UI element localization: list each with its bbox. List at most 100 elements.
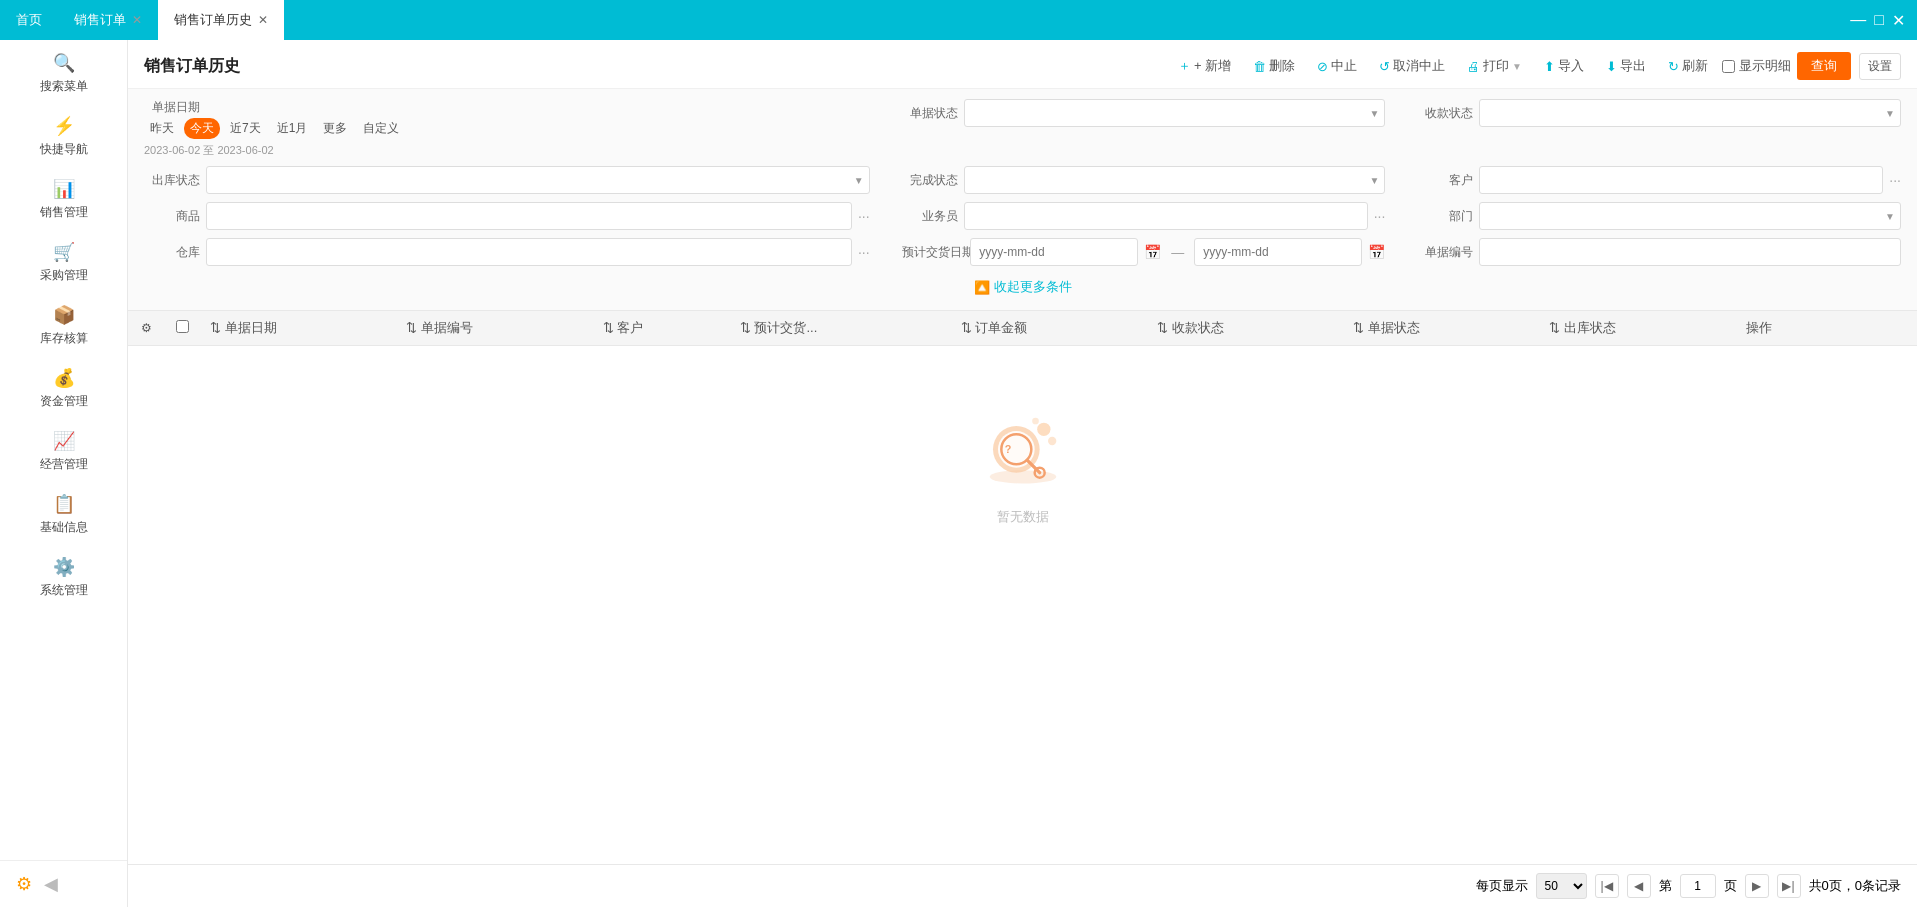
salesperson-input[interactable] [964, 202, 1368, 230]
svg-point-7 [1037, 423, 1050, 436]
order-status-select[interactable] [964, 99, 1386, 127]
refresh-button[interactable]: ↻ 刷新 [1660, 53, 1716, 79]
settings-button[interactable]: 设置 [1859, 53, 1901, 80]
date-range-text: 2023-06-02 至 2023-06-02 [144, 143, 870, 158]
sidebar-item-quick-nav[interactable]: ⚡ 快捷导航 [0, 103, 127, 166]
per-page-select[interactable]: 10 20 50 100 [1536, 873, 1587, 899]
th-doc-date[interactable]: ⇅ 单据日期 [200, 311, 396, 346]
th-expected-delivery-label: ⇅ 预计交货... [740, 320, 817, 335]
sidebar-item-basic-info-label: 基础信息 [40, 519, 88, 536]
last-page-button[interactable]: ▶| [1777, 874, 1801, 898]
th-gear[interactable]: ⚙ [128, 311, 164, 346]
department-select[interactable] [1479, 202, 1901, 230]
display-detail-input[interactable] [1722, 60, 1735, 73]
salesperson-dots-btn[interactable]: ··· [1374, 208, 1386, 224]
sidebar-item-search-menu[interactable]: 🔍 搜索菜单 [0, 40, 127, 103]
tab-sales-order[interactable]: 销售订单 ✕ [58, 0, 158, 40]
delete-button[interactable]: 🗑 删除 [1245, 53, 1303, 79]
sys-mgmt-icon: ⚙️ [53, 556, 75, 578]
tab-sales-order-history[interactable]: 销售订单历史 ✕ [158, 0, 284, 40]
warehouse-input[interactable] [206, 238, 852, 266]
select-all-checkbox[interactable] [176, 320, 189, 333]
th-check[interactable] [164, 311, 200, 346]
date-btn-custom[interactable]: 自定义 [357, 118, 405, 139]
first-page-button[interactable]: |◀ [1595, 874, 1619, 898]
print-button[interactable]: 🖨 打印 ▼ [1459, 53, 1530, 79]
sidebar-item-basic-info[interactable]: 📋 基础信息 [0, 481, 127, 544]
stop-label: 中止 [1331, 57, 1357, 75]
date-btn-1month[interactable]: 近1月 [271, 118, 314, 139]
new-icon: ＋ [1178, 57, 1191, 75]
th-expected-delivery[interactable]: ⇅ 预计交货... [730, 311, 951, 346]
th-customer[interactable]: ⇅ 客户 [593, 311, 730, 346]
sidebar-item-inventory-check[interactable]: 📦 库存核算 [0, 292, 127, 355]
import-button[interactable]: ⬆ 导入 [1536, 53, 1592, 79]
sidebar-bottom: ⚙ ◀ [0, 860, 127, 907]
customer-dots-btn[interactable]: ··· [1889, 172, 1901, 188]
per-page-label: 每页显示 [1476, 877, 1528, 895]
search-button[interactable]: 查询 [1797, 52, 1851, 80]
th-receipt-status[interactable]: ⇅ 收款状态 [1147, 311, 1343, 346]
product-input[interactable] [206, 202, 852, 230]
filter-row-2: 出库状态 ▼ 完成状态 ▼ 客户 [144, 166, 1901, 194]
refresh-label: 刷新 [1682, 57, 1708, 75]
filter-outbound-status: 出库状态 ▼ [144, 166, 870, 194]
tab-home-label: 首页 [16, 11, 42, 29]
page-number-input[interactable] [1680, 874, 1716, 898]
cancel-stop-label: 取消中止 [1393, 57, 1445, 75]
close-icon[interactable]: ✕ [1892, 11, 1905, 30]
sidebar-item-sales-mgmt[interactable]: 📊 销售管理 [0, 166, 127, 229]
outbound-status-select[interactable] [206, 166, 870, 194]
cancel-stop-button[interactable]: ↺ 取消中止 [1371, 53, 1453, 79]
delivery-date-start[interactable] [970, 238, 1138, 266]
new-label: + 新增 [1194, 57, 1231, 75]
receipt-status-select[interactable] [1479, 99, 1901, 127]
print-label: 打印 [1483, 57, 1509, 75]
completion-status-select[interactable] [964, 166, 1386, 194]
calendar-icon-1[interactable]: 📅 [1144, 244, 1161, 260]
date-btn-today[interactable]: 今天 [184, 118, 220, 139]
sidebar-item-purchase-mgmt[interactable]: 🛒 采购管理 [0, 229, 127, 292]
collapse-sidebar-icon[interactable]: ◀ [44, 873, 58, 895]
export-label: 导出 [1620, 57, 1646, 75]
display-detail-checkbox[interactable]: 显示明细 [1722, 57, 1791, 75]
next-page-button[interactable]: ▶ [1745, 874, 1769, 898]
tab-sales-order-history-close[interactable]: ✕ [258, 13, 268, 27]
delivery-date-label: 预计交货日期 [902, 244, 965, 261]
empty-text: 暂无数据 [997, 508, 1049, 526]
prev-page-button[interactable]: ◀ [1627, 874, 1651, 898]
maximize-icon[interactable]: □ [1874, 11, 1884, 29]
sidebar-item-fund-mgmt[interactable]: 💰 资金管理 [0, 355, 127, 418]
svg-point-8 [1047, 437, 1055, 445]
date-btn-yesterday[interactable]: 昨天 [144, 118, 180, 139]
minimize-icon[interactable]: — [1850, 11, 1866, 29]
order-number-input[interactable] [1479, 238, 1901, 266]
date-label: 单据日期 [144, 99, 200, 116]
delivery-date-end[interactable] [1194, 238, 1362, 266]
tab-home[interactable]: 首页 [0, 0, 58, 40]
sidebar-item-sys-mgmt[interactable]: ⚙️ 系统管理 [0, 544, 127, 607]
product-dots-btn[interactable]: ··· [858, 208, 870, 224]
th-doc-number[interactable]: ⇅ 单据编号 [396, 311, 592, 346]
th-order-amount[interactable]: ⇅ 订单金额 [951, 311, 1147, 346]
th-outbound-status[interactable]: ⇅ 出库状态 [1539, 311, 1735, 346]
th-doc-status[interactable]: ⇅ 单据状态 [1343, 311, 1539, 346]
sidebar-item-quick-nav-label: 快捷导航 [40, 141, 88, 158]
date-btn-more[interactable]: 更多 [317, 118, 353, 139]
stop-button[interactable]: ⊘ 中止 [1309, 53, 1365, 79]
collapse-row[interactable]: 🔼 收起更多条件 [144, 274, 1901, 300]
sidebar-item-ops-mgmt[interactable]: 📈 经营管理 [0, 418, 127, 481]
order-number-label: 单据编号 [1417, 244, 1473, 261]
customer-input[interactable] [1479, 166, 1883, 194]
warehouse-dots-btn[interactable]: ··· [858, 244, 870, 260]
date-btn-7days[interactable]: 近7天 [224, 118, 267, 139]
calendar-icon-2[interactable]: 📅 [1368, 244, 1385, 260]
tab-sales-order-close[interactable]: ✕ [132, 13, 142, 27]
export-button[interactable]: ⬇ 导出 [1598, 53, 1654, 79]
page-label-prefix: 第 [1659, 877, 1672, 895]
cancel-stop-icon: ↺ [1379, 59, 1390, 74]
settings-bottom-icon[interactable]: ⚙ [16, 873, 32, 895]
filter-row-4: 仓库 ··· 预计交货日期 📅 — 📅 单据编号 [144, 238, 1901, 266]
new-button[interactable]: ＋ + 新增 [1170, 53, 1239, 79]
svg-point-9 [1032, 418, 1039, 425]
